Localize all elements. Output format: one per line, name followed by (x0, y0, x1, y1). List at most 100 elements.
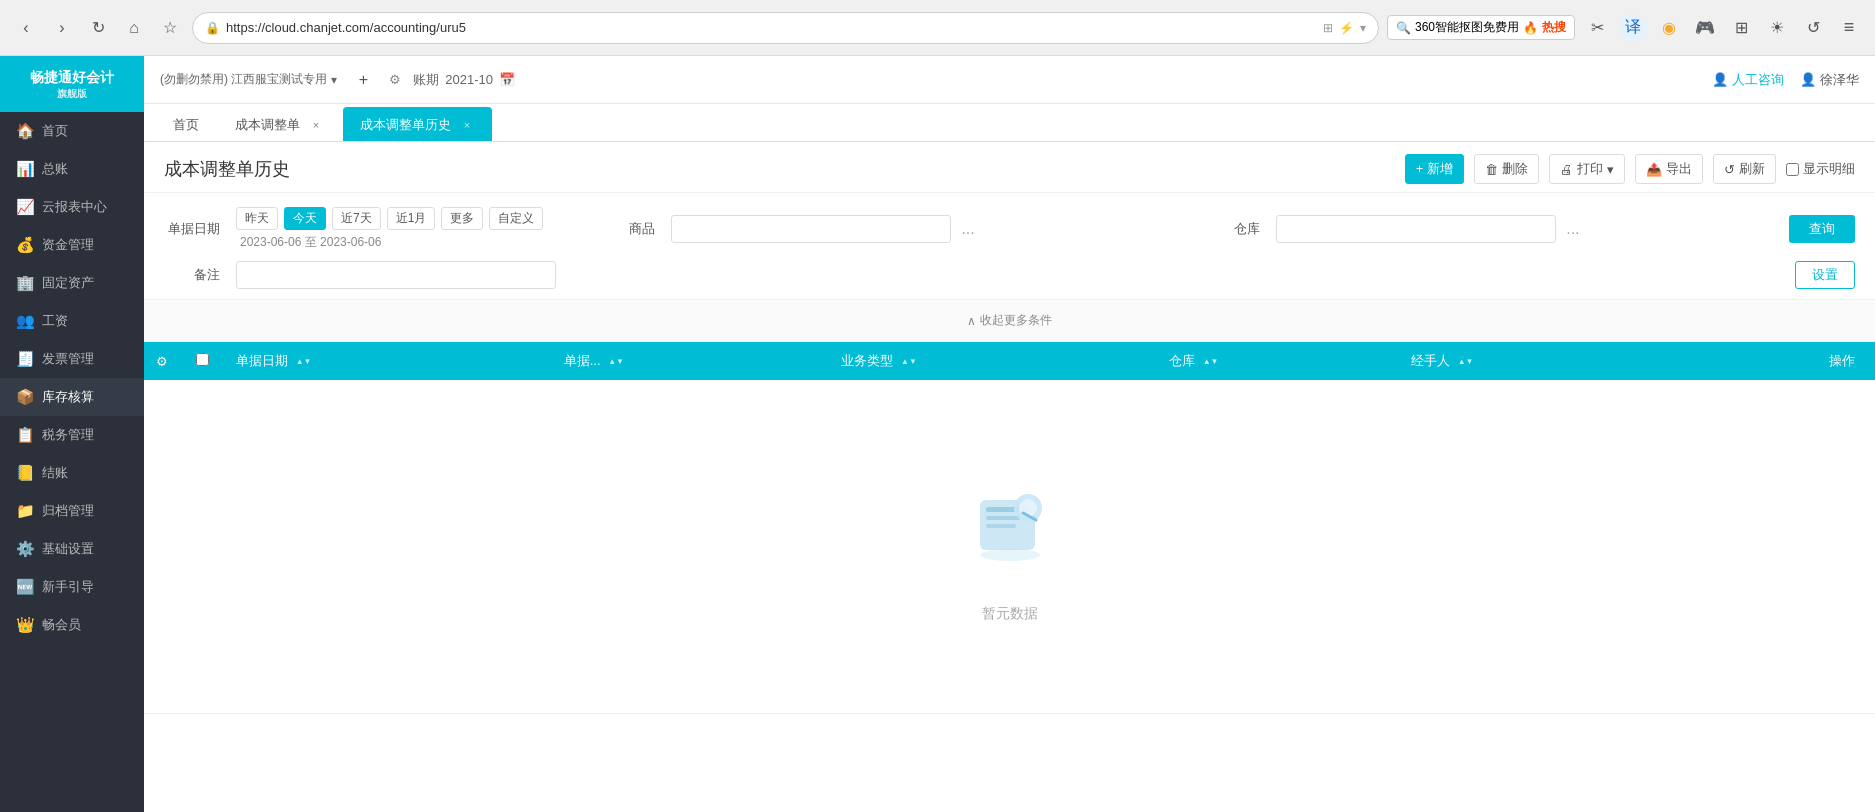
nav-icon-11: ⚙️ (16, 540, 34, 558)
col-header-4[interactable]: 经手人 ▲▼ (1399, 342, 1684, 380)
tab-0[interactable]: 首页 (156, 107, 216, 141)
sidebar-item-7[interactable]: 📦 库存核算 (0, 378, 144, 416)
sidebar-item-9[interactable]: 📒 结账 (0, 454, 144, 492)
svg-point-0 (980, 549, 1040, 561)
sort-icon-1[interactable]: ▲▼ (608, 357, 624, 366)
undo-icon[interactable]: ↺ (1799, 14, 1827, 42)
game-icon[interactable]: 🎮 (1691, 14, 1719, 42)
new-button[interactable]: + 新增 (1405, 154, 1464, 184)
col-header-1[interactable]: 单据... ▲▼ (552, 342, 830, 380)
sidebar-item-6[interactable]: 🧾 发票管理 (0, 340, 144, 378)
print-button[interactable]: 🖨 打印 ▾ (1549, 154, 1625, 184)
more-menu-icon[interactable]: ≡ (1835, 14, 1863, 42)
col-header-0[interactable]: 单据日期 ▲▼ (224, 342, 552, 380)
collapse-button[interactable]: ∧ 收起更多条件 (144, 306, 1875, 335)
query-button[interactable]: 查询 (1789, 215, 1855, 243)
sidebar-item-12[interactable]: 🆕 新手引导 (0, 568, 144, 606)
sidebar-item-1[interactable]: 📊 总账 (0, 150, 144, 188)
tab-1[interactable]: 成本调整单× (218, 107, 341, 141)
sidebar-item-4[interactable]: 🏢 固定资产 (0, 264, 144, 302)
company-selector[interactable]: (勿删勿禁用) 江西服宝测试专用 ▾ (160, 71, 337, 88)
date-preset-4[interactable]: 更多 (441, 207, 483, 230)
select-all-checkbox[interactable] (196, 353, 209, 366)
coin-icon[interactable]: ◉ (1655, 14, 1683, 42)
browser-menu-icon[interactable]: ⊞ (1323, 21, 1333, 35)
warehouse-filter-group: ... (1276, 215, 1773, 243)
sidebar-item-13[interactable]: 👑 畅会员 (0, 606, 144, 644)
hot-badge: 🔥 (1523, 21, 1538, 35)
date-preset-0[interactable]: 昨天 (236, 207, 278, 230)
col-label-2: 业务类型 (841, 353, 893, 368)
col-header-2[interactable]: 业务类型 ▲▼ (829, 342, 1157, 380)
remark-input[interactable] (236, 261, 556, 289)
sort-icon-0[interactable]: ▲▼ (296, 357, 312, 366)
home-button[interactable]: ⌂ (120, 14, 148, 42)
delete-icon: 🗑 (1485, 162, 1498, 177)
period-value: 2021-10 (445, 72, 493, 87)
sort-icon-2[interactable]: ▲▼ (901, 357, 917, 366)
export-button[interactable]: 📤 导出 (1635, 154, 1703, 184)
browser-dropdown-icon[interactable]: ▾ (1360, 21, 1366, 35)
search-bar[interactable]: 🔍 360智能抠图免费用 🔥 热搜 (1387, 15, 1575, 40)
user-name[interactable]: 👤 徐泽华 (1800, 71, 1859, 89)
back-button[interactable]: ‹ (12, 14, 40, 42)
user-service[interactable]: 👤 人工咨询 (1712, 71, 1784, 89)
table-checkbox-header[interactable] (184, 342, 224, 380)
display-cols-label: 显示明细 (1803, 160, 1855, 178)
gear-settings-icon[interactable]: ⚙ (156, 354, 168, 369)
empty-row: 暂元数据 (144, 380, 1875, 714)
refresh-button[interactable]: ↺ 刷新 (1713, 154, 1776, 184)
filter-settings-button[interactable]: 设置 (1795, 261, 1855, 289)
sun-icon[interactable]: ☀ (1763, 14, 1791, 42)
sidebar-item-0[interactable]: 🏠 首页 (0, 112, 144, 150)
sort-icon-4[interactable]: ▲▼ (1458, 357, 1474, 366)
warehouse-more-icon[interactable]: ... (1562, 220, 1583, 238)
date-preset-5[interactable]: 自定义 (489, 207, 543, 230)
grid-icon[interactable]: ⊞ (1727, 14, 1755, 42)
print-icon: 🖨 (1560, 162, 1573, 177)
nav-icon-7: 📦 (16, 388, 34, 406)
add-tab-button[interactable]: + (349, 66, 377, 94)
tab-2[interactable]: 成本调整单历史× (343, 107, 492, 141)
sidebar-item-2[interactable]: 📈 云报表中心 (0, 188, 144, 226)
address-bar[interactable]: 🔒 https://cloud.chanjet.com/accounting/u… (192, 12, 1379, 44)
sidebar-item-8[interactable]: 📋 税务管理 (0, 416, 144, 454)
calendar-icon[interactable]: 📅 (499, 72, 515, 87)
date-preset-1[interactable]: 今天 (284, 207, 326, 230)
browser-ext-icon[interactable]: ⚡ (1339, 21, 1354, 35)
top-bar-right: 👤 人工咨询 👤 徐泽华 (1712, 71, 1859, 89)
tab-close-2[interactable]: × (459, 117, 475, 133)
goods-more-icon[interactable]: ... (957, 220, 978, 238)
display-cols-checkbox[interactable] (1786, 163, 1799, 176)
print-dropdown-icon[interactable]: ▾ (1607, 162, 1614, 177)
col-header-3[interactable]: 仓库 ▲▼ (1157, 342, 1399, 380)
bookmark-button[interactable]: ☆ (156, 14, 184, 42)
forward-button[interactable]: › (48, 14, 76, 42)
sidebar-item-5[interactable]: 👥 工资 (0, 302, 144, 340)
refresh-button[interactable]: ↻ (84, 14, 112, 42)
table-body: 暂元数据 (144, 380, 1875, 714)
url-text: https://cloud.chanjet.com/accounting/uru… (226, 20, 1317, 35)
logo-main-text: 畅捷通好会计 (30, 68, 114, 86)
delete-button[interactable]: 🗑 删除 (1474, 154, 1539, 184)
sidebar-item-3[interactable]: 💰 资金管理 (0, 226, 144, 264)
tab-close-1[interactable]: × (308, 117, 324, 133)
svg-rect-3 (986, 516, 1021, 520)
col-label-5: 操作 (1829, 353, 1855, 368)
settings-gear-icon[interactable]: ⚙ (389, 72, 401, 87)
display-toggle[interactable]: 显示明细 (1786, 160, 1855, 178)
nav-label-5: 工资 (42, 312, 68, 330)
date-preset-2[interactable]: 近7天 (332, 207, 381, 230)
scissors-icon[interactable]: ✂ (1583, 14, 1611, 42)
company-dropdown-icon[interactable]: ▾ (331, 73, 337, 87)
sidebar-item-11[interactable]: ⚙️ 基础设置 (0, 530, 144, 568)
warehouse-filter-input[interactable] (1276, 215, 1556, 243)
nav-label-0: 首页 (42, 122, 68, 140)
table-settings-header[interactable]: ⚙ (144, 342, 184, 380)
sidebar-item-10[interactable]: 📁 归档管理 (0, 492, 144, 530)
sort-icon-3[interactable]: ▲▼ (1203, 357, 1219, 366)
empty-illustration (960, 470, 1060, 570)
goods-filter-input[interactable] (671, 215, 951, 243)
date-preset-3[interactable]: 近1月 (387, 207, 436, 230)
translate-icon[interactable]: 译 (1619, 14, 1647, 42)
